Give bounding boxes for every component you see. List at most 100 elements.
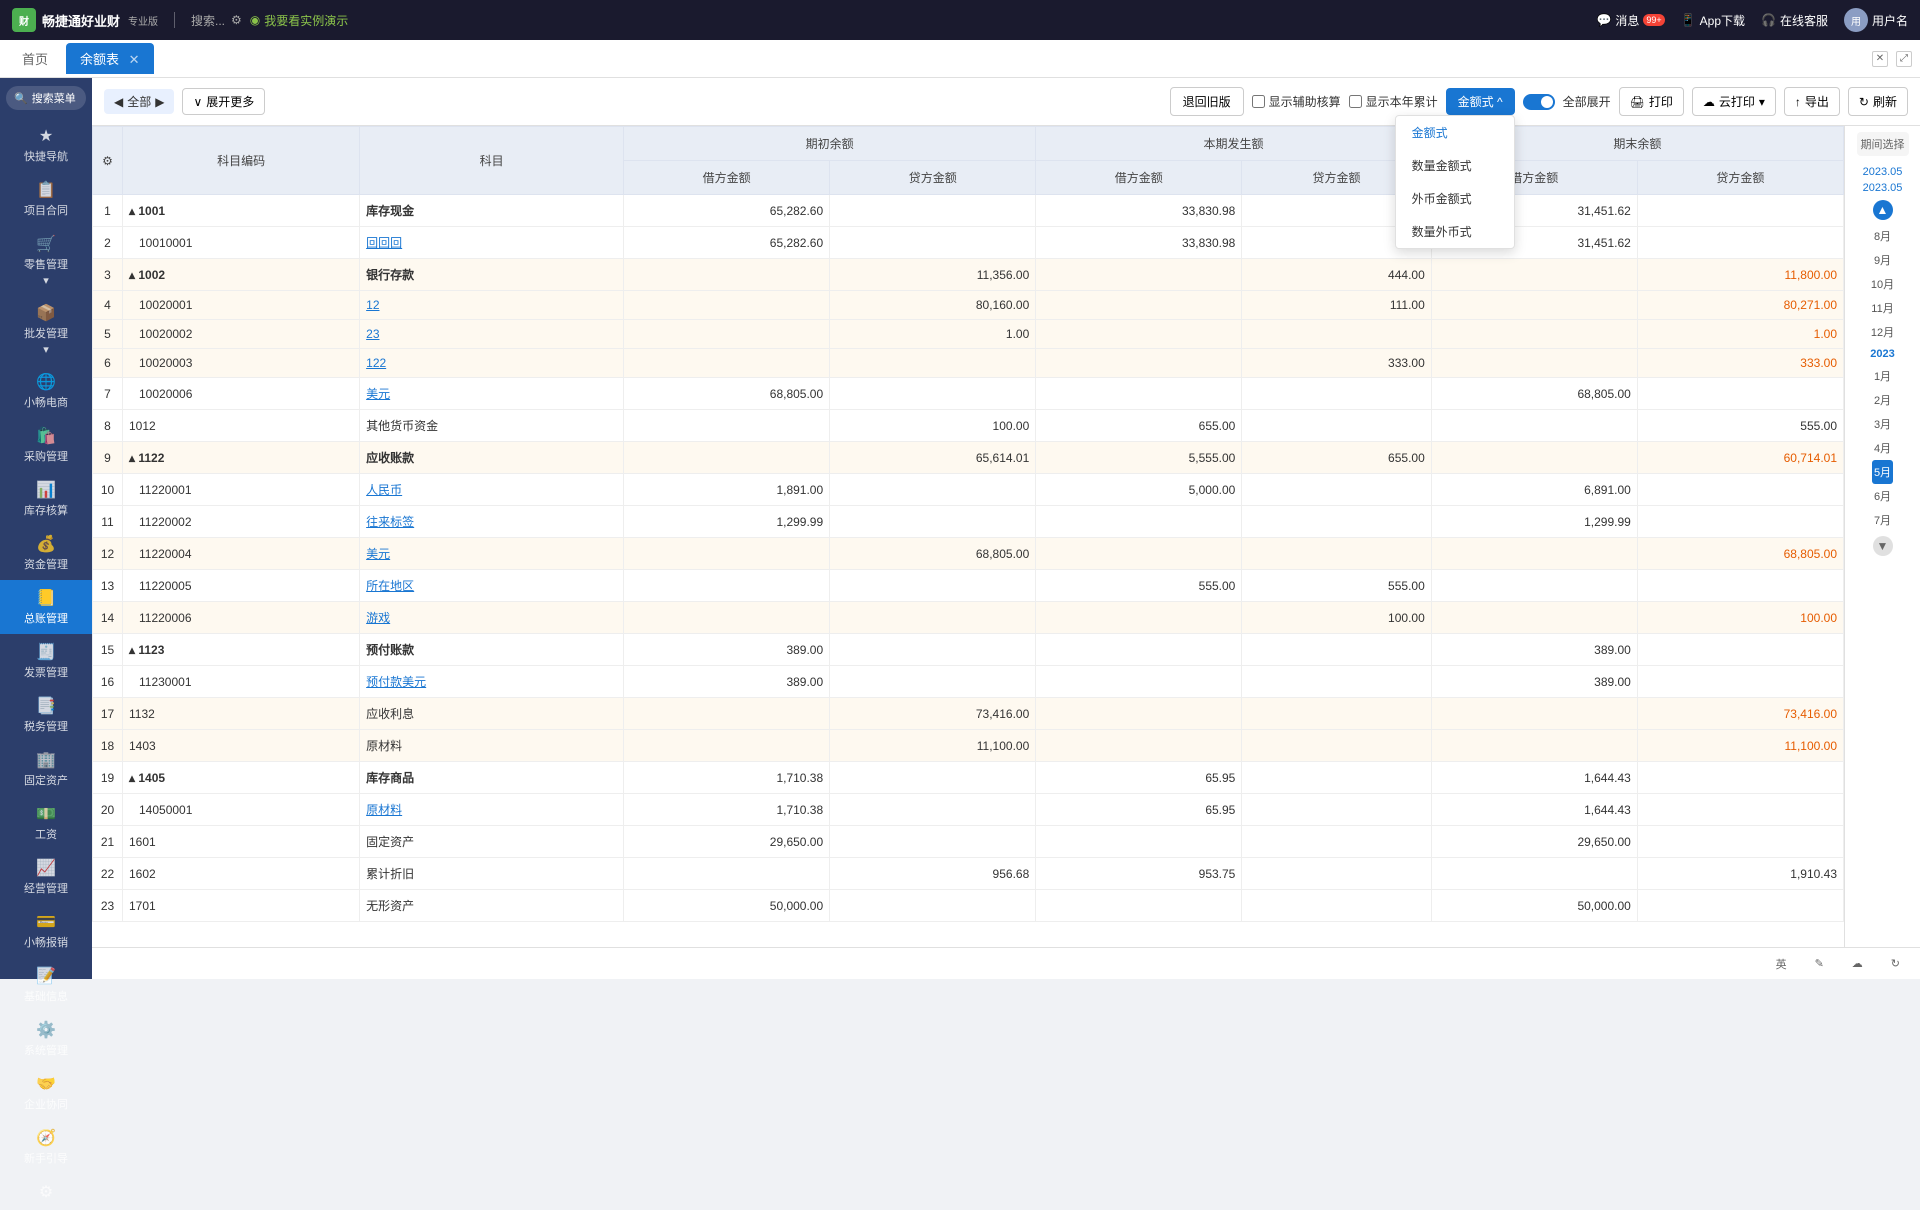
status-lang-btn[interactable]: 英 — [1768, 953, 1795, 975]
period-month-5[interactable]: 5月 — [1872, 460, 1893, 484]
print-btn[interactable]: 🖨 打印 — [1619, 87, 1684, 116]
period-expand-down-btn[interactable]: ▼ — [1873, 536, 1893, 556]
format-option-amount[interactable]: 金额式 — [1396, 116, 1514, 149]
format-btn[interactable]: 金额式 ^ — [1446, 88, 1515, 115]
sidebar-item-tax[interactable]: 📑 税务管理 — [0, 688, 92, 742]
search-all-btn[interactable]: ◀ 全部 ▶ — [104, 89, 174, 114]
tab-home[interactable]: 首页 — [8, 43, 62, 74]
row-name[interactable]: 无形资产 — [360, 890, 624, 922]
sidebar-item-basic[interactable]: 📝 基础信息 — [0, 958, 92, 1012]
sidebar-settings-btn[interactable]: ⚙ — [31, 1174, 61, 1210]
row-name[interactable]: 回回回 — [360, 227, 624, 259]
row-name[interactable]: 往来标签 — [360, 506, 624, 538]
row-name[interactable]: 122 — [360, 349, 624, 378]
show-assist-checkbox[interactable]: 显示辅助核算 — [1252, 93, 1341, 110]
refresh-btn[interactable]: ↻ 刷新 — [1848, 87, 1908, 116]
demo-link[interactable]: ◉ 我要看实例演示 — [250, 12, 349, 29]
row-name[interactable]: 美元 — [360, 378, 624, 410]
format-option-foreign-amount[interactable]: 外币金额式 — [1396, 182, 1514, 215]
row-name[interactable]: 应收账款 — [360, 442, 624, 474]
settings-col-header[interactable]: ⚙ — [93, 127, 123, 195]
sidebar-item-coop[interactable]: 🤝 企业协同 — [0, 1066, 92, 1120]
period-year-label[interactable]: 2023 — [1868, 344, 1896, 364]
settings-icon[interactable]: ⚙ — [231, 13, 242, 27]
tab-balance[interactable]: 余额表 ✕ — [66, 43, 154, 74]
period-expand-up-btn[interactable]: ▲ — [1873, 200, 1893, 220]
sidebar-item-inventory[interactable]: 📊 库存核算 — [0, 472, 92, 526]
return-btn[interactable]: 退回旧版 — [1170, 87, 1244, 116]
status-edit-btn[interactable]: ✎ — [1807, 954, 1832, 973]
period-year-2[interactable]: 2023.05 — [1861, 180, 1905, 196]
row-name[interactable]: 应收利息 — [360, 698, 624, 730]
cloud-print-btn[interactable]: ☁ 云打印 ▾ — [1692, 87, 1776, 116]
expand-more-btn[interactable]: ∨ 展开更多 — [182, 88, 265, 115]
row-name[interactable]: 库存商品 — [360, 762, 624, 794]
message-btn[interactable]: 💬 消息 99+ — [1596, 12, 1664, 29]
sidebar-item-quick-nav[interactable]: ★ 快捷导航 — [0, 118, 92, 172]
row-name[interactable]: 游戏 — [360, 602, 624, 634]
period-month-6[interactable]: 6月 — [1872, 484, 1893, 508]
row-name[interactable]: 12 — [360, 291, 624, 320]
row-name[interactable]: 原材料 — [360, 794, 624, 826]
window-close-btn[interactable]: ✕ — [1872, 51, 1888, 67]
sidebar-item-retail[interactable]: 🛒 零售管理 ▾ — [0, 226, 92, 295]
period-year-1[interactable]: 2023.05 — [1861, 164, 1905, 180]
assist-checkbox-input[interactable] — [1252, 95, 1265, 108]
sidebar-item-capital[interactable]: 💰 资金管理 — [0, 526, 92, 580]
row-name[interactable]: 23 — [360, 320, 624, 349]
search-menu-btn[interactable]: 🔍 搜索菜单 — [6, 86, 86, 110]
row-name[interactable]: 预付款美元 — [360, 666, 624, 698]
row-name[interactable]: 累计折旧 — [360, 858, 624, 890]
row-opening-debit: 68,805.00 — [624, 378, 830, 410]
user-avatar[interactable]: 用 用户名 — [1844, 8, 1908, 32]
status-cloud-btn[interactable]: ☁ — [1844, 954, 1871, 973]
period-month-2[interactable]: 2月 — [1872, 388, 1893, 412]
row-num: 19 — [93, 762, 123, 794]
table-row: 1611230001预付款美元389.00389.00 — [93, 666, 1844, 698]
sidebar-item-sales[interactable]: 💳 小畅报销 — [0, 904, 92, 958]
period-month-3[interactable]: 3月 — [1872, 412, 1893, 436]
row-name[interactable]: 银行存款 — [360, 259, 624, 291]
row-current-debit: 5,000.00 — [1036, 474, 1242, 506]
period-month-9[interactable]: 9月 — [1872, 248, 1893, 272]
row-name[interactable]: 固定资产 — [360, 826, 624, 858]
row-opening-credit: 956.68 — [830, 858, 1036, 890]
row-name[interactable]: 所在地区 — [360, 570, 624, 602]
sidebar-item-ledger[interactable]: 📒 总账管理 — [0, 580, 92, 634]
period-month-1[interactable]: 1月 — [1872, 364, 1893, 388]
show-year-checkbox[interactable]: 显示本年累计 — [1349, 93, 1438, 110]
row-name[interactable]: 其他货币资金 — [360, 410, 624, 442]
online-service-btn[interactable]: 🎧 在线客服 — [1761, 12, 1828, 29]
row-name[interactable]: 美元 — [360, 538, 624, 570]
sidebar-item-system[interactable]: ⚙️ 系统管理 — [0, 1012, 92, 1066]
window-restore-btn[interactable]: ⤢ — [1896, 51, 1912, 67]
format-option-qty-foreign[interactable]: 数量外币式 — [1396, 215, 1514, 248]
format-option-qty-amount[interactable]: 数量金额式 — [1396, 149, 1514, 182]
sidebar-item-ecommerce[interactable]: 🌐 小畅电商 — [0, 364, 92, 418]
period-month-11[interactable]: 11月 — [1869, 296, 1895, 320]
app-download-btn[interactable]: 📱 App下载 — [1681, 12, 1745, 29]
export-btn[interactable]: ↑ 导出 — [1784, 87, 1840, 116]
row-name[interactable]: 人民币 — [360, 474, 624, 506]
sidebar-item-project[interactable]: 📋 项目合同 — [0, 172, 92, 226]
year-checkbox-input[interactable] — [1349, 95, 1362, 108]
sidebar-item-guide[interactable]: 🧭 新手引导 — [0, 1120, 92, 1174]
sidebar-item-invoice[interactable]: 🧾 发票管理 — [0, 634, 92, 688]
status-sync-btn[interactable]: ↻ — [1883, 954, 1908, 973]
period-month-4[interactable]: 4月 — [1872, 436, 1893, 460]
sidebar-item-assets[interactable]: 🏢 固定资产 — [0, 742, 92, 796]
sidebar-item-business[interactable]: 📈 经营管理 — [0, 850, 92, 904]
row-name[interactable]: 原材料 — [360, 730, 624, 762]
sidebar-item-purchase[interactable]: 🛍️ 采购管理 — [0, 418, 92, 472]
period-month-8[interactable]: 8月 — [1872, 224, 1893, 248]
row-name[interactable]: 库存现金 — [360, 195, 624, 227]
period-month-10[interactable]: 10月 — [1869, 272, 1896, 296]
tab-close-btn[interactable]: ✕ — [129, 52, 140, 67]
row-current-credit — [1242, 890, 1431, 922]
expand-all-toggle[interactable] — [1523, 94, 1555, 110]
sidebar-item-salary[interactable]: 💵 工资 — [0, 796, 92, 850]
period-month-7[interactable]: 7月 — [1872, 508, 1893, 532]
sidebar-item-wholesale[interactable]: 📦 批发管理 ▾ — [0, 295, 92, 364]
row-name[interactable]: 预付账款 — [360, 634, 624, 666]
period-month-12[interactable]: 12月 — [1869, 320, 1896, 344]
